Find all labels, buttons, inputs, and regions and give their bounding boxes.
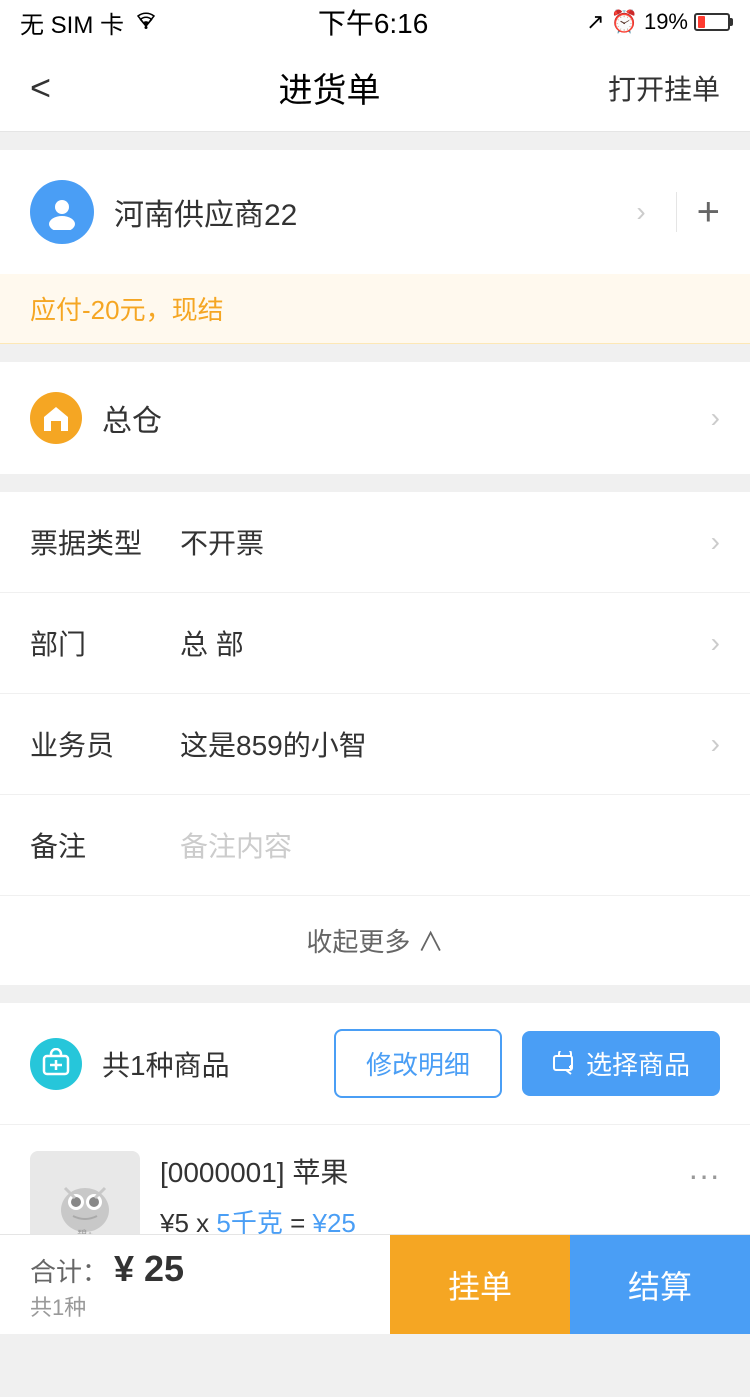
- department-chevron-icon: ›: [711, 627, 720, 659]
- collapse-row[interactable]: 收起更多 ∧: [0, 895, 750, 985]
- form-section: 票据类型 不开票 › 部门 总 部 › 业务员 这是859的小智 › 备注 备注…: [0, 492, 750, 895]
- bottom-bar: 合计： ¥ 25 共1种 挂单 结算: [0, 1234, 750, 1334]
- battery-icon: [694, 13, 730, 31]
- salesperson-chevron-icon: ›: [711, 728, 720, 760]
- total-amount: ¥ 25: [114, 1248, 184, 1290]
- page-title: 进货单: [279, 63, 381, 112]
- total-section: 合计： ¥ 25 共1种: [0, 1235, 390, 1334]
- invoice-type-label: 票据类型: [30, 522, 150, 562]
- supplier-chevron-icon: ›: [636, 196, 645, 228]
- alert-banner: 应付-20元，现结: [0, 274, 750, 344]
- total-count: 共1种: [30, 1290, 360, 1322]
- back-button[interactable]: <: [30, 67, 51, 109]
- invoice-type-value: 不开票: [180, 522, 711, 562]
- gap1: [0, 132, 750, 150]
- open-pending-button[interactable]: 打开挂单: [608, 68, 720, 108]
- divider: [676, 192, 677, 232]
- status-right: ↗ ⏰ 19%: [586, 9, 730, 35]
- hang-button[interactable]: 挂单: [390, 1235, 570, 1334]
- remark-label: 备注: [30, 825, 150, 865]
- warehouse-chevron-icon: ›: [711, 402, 720, 434]
- add-supplier-button[interactable]: +: [697, 190, 720, 235]
- department-value: 总 部: [180, 623, 711, 663]
- status-left: 无 SIM 卡: [20, 5, 160, 40]
- gap2: [0, 344, 750, 362]
- checkout-button[interactable]: 结算: [570, 1235, 750, 1334]
- product-count-text: 共1种商品: [102, 1044, 314, 1084]
- invoice-type-chevron-icon: ›: [711, 526, 720, 558]
- department-label: 部门: [30, 623, 150, 663]
- carrier-text: 无 SIM 卡: [20, 5, 124, 40]
- product-count-icon: [30, 1038, 82, 1090]
- warehouse-row[interactable]: 总仓 ›: [0, 362, 750, 474]
- select-product-button[interactable]: 选择商品: [522, 1031, 720, 1096]
- remark-row[interactable]: 备注 备注内容: [0, 795, 750, 895]
- product-info: [0000001] 苹果 ¥5 x 5千克 = ¥25: [160, 1151, 668, 1240]
- product-name: [0000001] 苹果: [160, 1151, 668, 1191]
- remark-placeholder[interactable]: 备注内容: [180, 825, 720, 865]
- status-bar: 无 SIM 卡 下午6:16 ↗ ⏰ 19%: [0, 0, 750, 44]
- supplier-row: 河南供应商22 › +: [0, 150, 750, 274]
- alarm-icon: ⏰: [611, 9, 638, 35]
- product-code: [0000001]: [160, 1157, 285, 1188]
- salesperson-row[interactable]: 业务员 这是859的小智 ›: [0, 694, 750, 795]
- total-label: 合计：: [30, 1252, 108, 1289]
- select-product-label: 选择商品: [586, 1045, 690, 1082]
- invoice-type-row[interactable]: 票据类型 不开票 ›: [0, 492, 750, 593]
- gap3: [0, 474, 750, 492]
- gap4: [0, 985, 750, 1003]
- product-header: 共1种商品 修改明细 选择商品: [0, 1003, 750, 1124]
- time-display: 下午6:16: [318, 2, 429, 42]
- wifi-icon: [132, 8, 160, 37]
- department-row[interactable]: 部门 总 部 ›: [0, 593, 750, 694]
- salesperson-value: 这是859的小智: [180, 724, 711, 764]
- product-more-button[interactable]: ···: [688, 1157, 720, 1194]
- nav-bar: < 进货单 打开挂单: [0, 44, 750, 132]
- warehouse-icon: [30, 392, 82, 444]
- product-apple: 苹果: [292, 1157, 348, 1188]
- edit-detail-button[interactable]: 修改明细: [334, 1029, 502, 1098]
- location-icon: ↗: [586, 9, 604, 35]
- salesperson-label: 业务员: [30, 724, 150, 764]
- supplier-name[interactable]: 河南供应商22: [114, 190, 636, 234]
- battery-percent: 19%: [644, 9, 688, 35]
- supplier-avatar: [30, 180, 94, 244]
- warehouse-name: 总仓: [102, 396, 711, 440]
